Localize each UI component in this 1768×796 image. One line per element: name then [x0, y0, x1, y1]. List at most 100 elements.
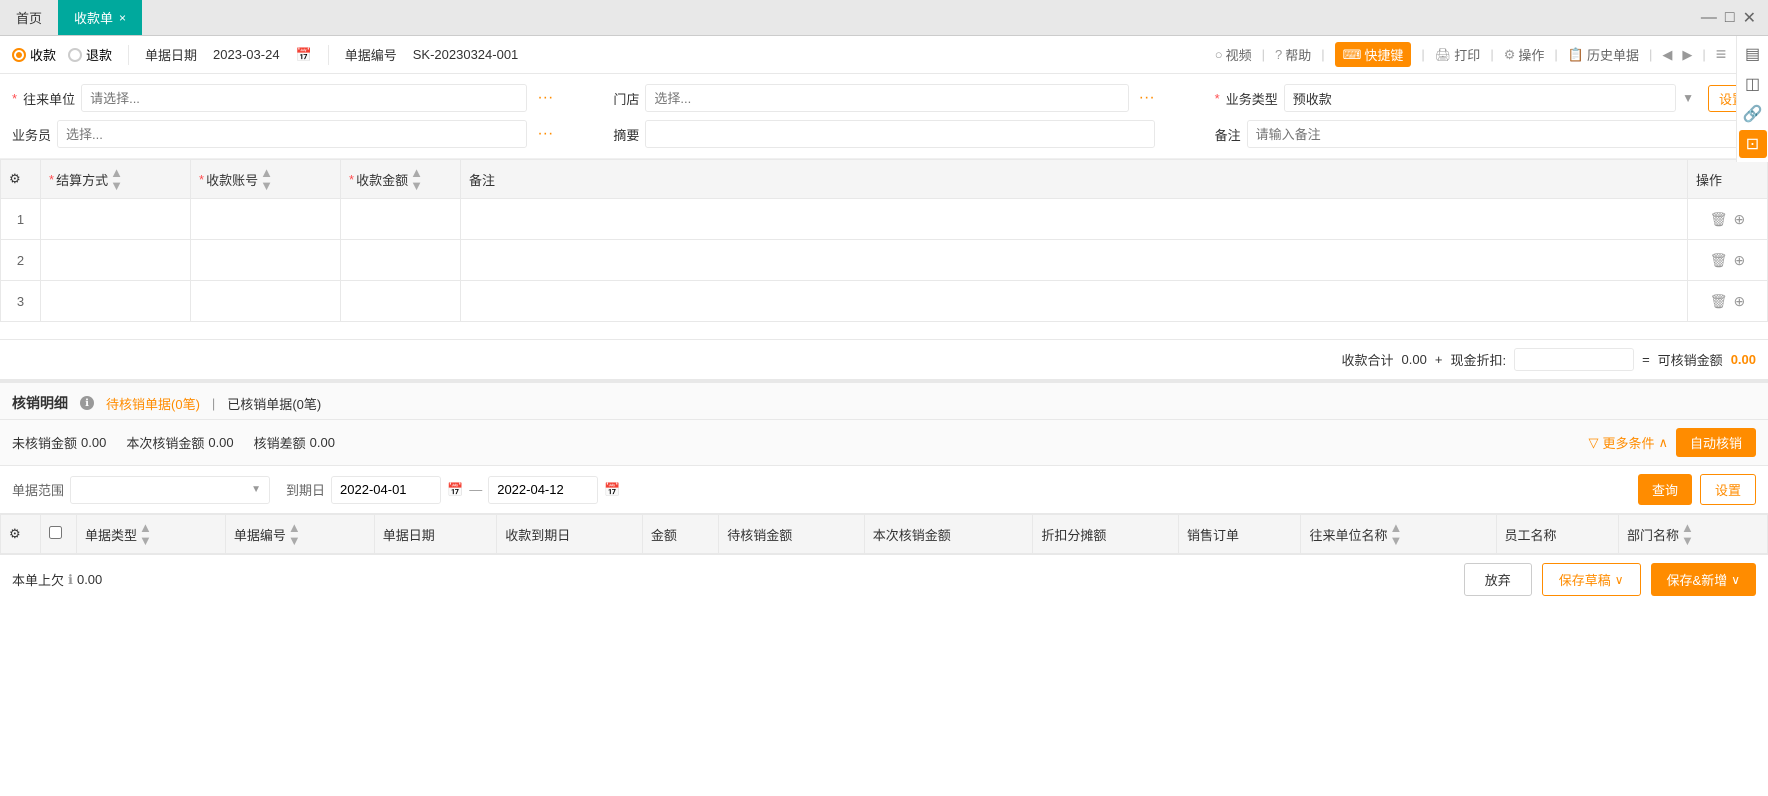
row-1-note-input[interactable] [461, 199, 1687, 239]
right-panel-icon-2[interactable]: ◫ [1739, 70, 1767, 98]
partner-input[interactable] [81, 84, 527, 112]
more-conditions-button[interactable]: ▽ 更多条件 ∧ [1588, 433, 1668, 452]
table-settings-header[interactable]: ⚙ [1, 160, 41, 199]
sec-amount-header: 金额 [642, 515, 718, 554]
completed-tab[interactable]: 已核销单据(0笔) [227, 394, 321, 413]
right-panel-icon-1[interactable]: ▤ [1739, 40, 1767, 68]
calendar-icon[interactable]: 📅 [296, 47, 312, 63]
row-3-note-input[interactable] [461, 281, 1687, 321]
row-1-amount[interactable] [341, 199, 461, 240]
row-2-amount-input[interactable] [341, 240, 460, 280]
sec-settings-header[interactable]: ⚙ [1, 515, 41, 554]
auto-cancel-button[interactable]: 自动核销 [1676, 428, 1756, 457]
close-button[interactable]: ✕ [1743, 8, 1756, 28]
calendar-to-icon[interactable]: 📅 [604, 482, 620, 498]
toolbar-right: ○ 视频 | ? 帮助 | ⌨ 快捷键 | 🖨 打印 | ⚙ 操作 [1215, 42, 1756, 67]
staff-label: 业务员 [12, 125, 51, 144]
history-button[interactable]: 📋 历史单据 [1568, 45, 1639, 64]
row-3-delete-icon[interactable]: 🗑 [1710, 293, 1728, 310]
row-2-account-input[interactable] [191, 240, 340, 280]
operation-button[interactable]: ⚙ 操作 [1504, 45, 1545, 64]
row-1-settlement[interactable] [41, 199, 191, 240]
staff-more-button[interactable]: ··· [537, 126, 553, 142]
save-new-button[interactable]: 保存&新增 ∨ [1651, 563, 1756, 596]
row-3-settlement-input[interactable] [41, 281, 190, 321]
date-to-input[interactable] [488, 476, 598, 504]
next-icon[interactable]: ▶ [1682, 47, 1692, 63]
sec-checkbox-header[interactable] [41, 515, 77, 554]
row-2-actions: 🗑 ⊕ [1688, 240, 1768, 281]
right-panel-icon-4[interactable]: ⊡ [1739, 130, 1767, 158]
staff-input[interactable] [57, 120, 527, 148]
filter-settings-button[interactable]: 设置 [1700, 474, 1756, 505]
row-3-amount[interactable] [341, 281, 461, 322]
note-input[interactable] [1247, 120, 1756, 148]
row-3-account[interactable] [191, 281, 341, 322]
video-button[interactable]: ○ 视频 [1215, 45, 1252, 64]
row-1-copy-icon[interactable]: ⊕ [1734, 211, 1746, 228]
row-3-amount-input[interactable] [341, 281, 460, 321]
right-panel-icon-3[interactable]: 🔗 [1739, 100, 1767, 128]
row-1-account-input[interactable] [191, 199, 340, 239]
main-table-section: ⚙ * 结算方式 ▲▼ * 收款账号 ▲▼ [0, 159, 1768, 339]
row-1-note[interactable] [461, 199, 1688, 240]
row-3-copy-icon[interactable]: ⊕ [1734, 293, 1746, 310]
refund-radio[interactable]: 退款 [68, 45, 112, 64]
date-value[interactable]: 2023-03-24 [213, 47, 280, 62]
row-2-delete-icon[interactable]: 🗑 [1710, 252, 1728, 269]
date-from-input[interactable] [331, 476, 441, 504]
row-3-note[interactable] [461, 281, 1688, 322]
print-button[interactable]: 🖨 打印 [1435, 45, 1481, 64]
query-button[interactable]: 查询 [1638, 474, 1692, 505]
row-1-delete-icon[interactable]: 🗑 [1710, 211, 1728, 228]
total-value: 0.00 [1402, 352, 1427, 367]
abandon-button[interactable]: 放弃 [1464, 563, 1532, 596]
bottom-info: 本单上欠 ℹ 0.00 [12, 570, 102, 589]
shortcut-button[interactable]: ⌨ 快捷键 [1335, 42, 1412, 67]
per-bill-info-icon[interactable]: ℹ [68, 572, 73, 588]
row-3-account-input[interactable] [191, 281, 340, 321]
receipt-radio[interactable]: 收款 [12, 45, 56, 64]
row-1-settlement-input[interactable] [41, 199, 190, 239]
tab-receipt[interactable]: 收款单 × [58, 0, 142, 35]
summary-input[interactable] [645, 120, 1154, 148]
row-2-settlement-input[interactable] [41, 240, 190, 280]
bottom-actions: 放弃 保存草稿 ∨ 保存&新增 ∨ [1464, 563, 1756, 596]
shop-input[interactable] [645, 84, 1128, 112]
select-all-checkbox[interactable] [49, 526, 62, 539]
staff-field: 业务员 ··· [12, 120, 553, 148]
row-2-settlement[interactable] [41, 240, 191, 281]
calendar-from-icon[interactable]: 📅 [447, 482, 463, 498]
business-type-input[interactable] [1284, 84, 1676, 112]
number-value: SK-20230324-001 [413, 47, 519, 62]
row-2-note-input[interactable] [461, 240, 1687, 280]
pending-tab[interactable]: 待核销单据(0笔) [106, 394, 200, 413]
row-3-settlement[interactable] [41, 281, 191, 322]
current-cancel-stat: 本次核销金额 0.00 [126, 433, 233, 452]
prev-icon[interactable]: ◀ [1662, 47, 1672, 63]
tab-home-label: 首页 [16, 8, 42, 27]
row-1-amount-input[interactable] [341, 199, 460, 239]
minimize-button[interactable]: — [1701, 9, 1717, 27]
discount-input[interactable] [1514, 348, 1634, 371]
row-2-note[interactable] [461, 240, 1688, 281]
help-button[interactable]: ? 帮助 [1275, 45, 1311, 64]
row-2-account[interactable] [191, 240, 341, 281]
range-select[interactable]: ▼ [70, 476, 270, 504]
tab-home[interactable]: 首页 [0, 0, 58, 35]
tab-receipt-close[interactable]: × [119, 11, 126, 25]
shop-more-button[interactable]: ··· [1139, 90, 1155, 106]
save-draft-button[interactable]: 保存草稿 ∨ [1542, 563, 1641, 596]
maximize-button[interactable]: □ [1725, 9, 1735, 27]
partner-more-button[interactable]: ··· [537, 90, 553, 106]
receipt-type-radio-group: 收款 退款 [12, 45, 112, 64]
row-1-account[interactable] [191, 199, 341, 240]
business-type-field: * 业务类型 ▼ 设置 [1215, 84, 1756, 112]
list-icon[interactable]: ≡ [1716, 44, 1727, 65]
table-settings-icon[interactable]: ⚙ [9, 171, 21, 186]
verification-info-icon[interactable]: ℹ [80, 396, 94, 410]
row-2-copy-icon[interactable]: ⊕ [1734, 252, 1746, 269]
note-label: 备注 [1215, 125, 1241, 144]
row-2-amount[interactable] [341, 240, 461, 281]
business-type-chevron-icon[interactable]: ▼ [1682, 91, 1694, 105]
